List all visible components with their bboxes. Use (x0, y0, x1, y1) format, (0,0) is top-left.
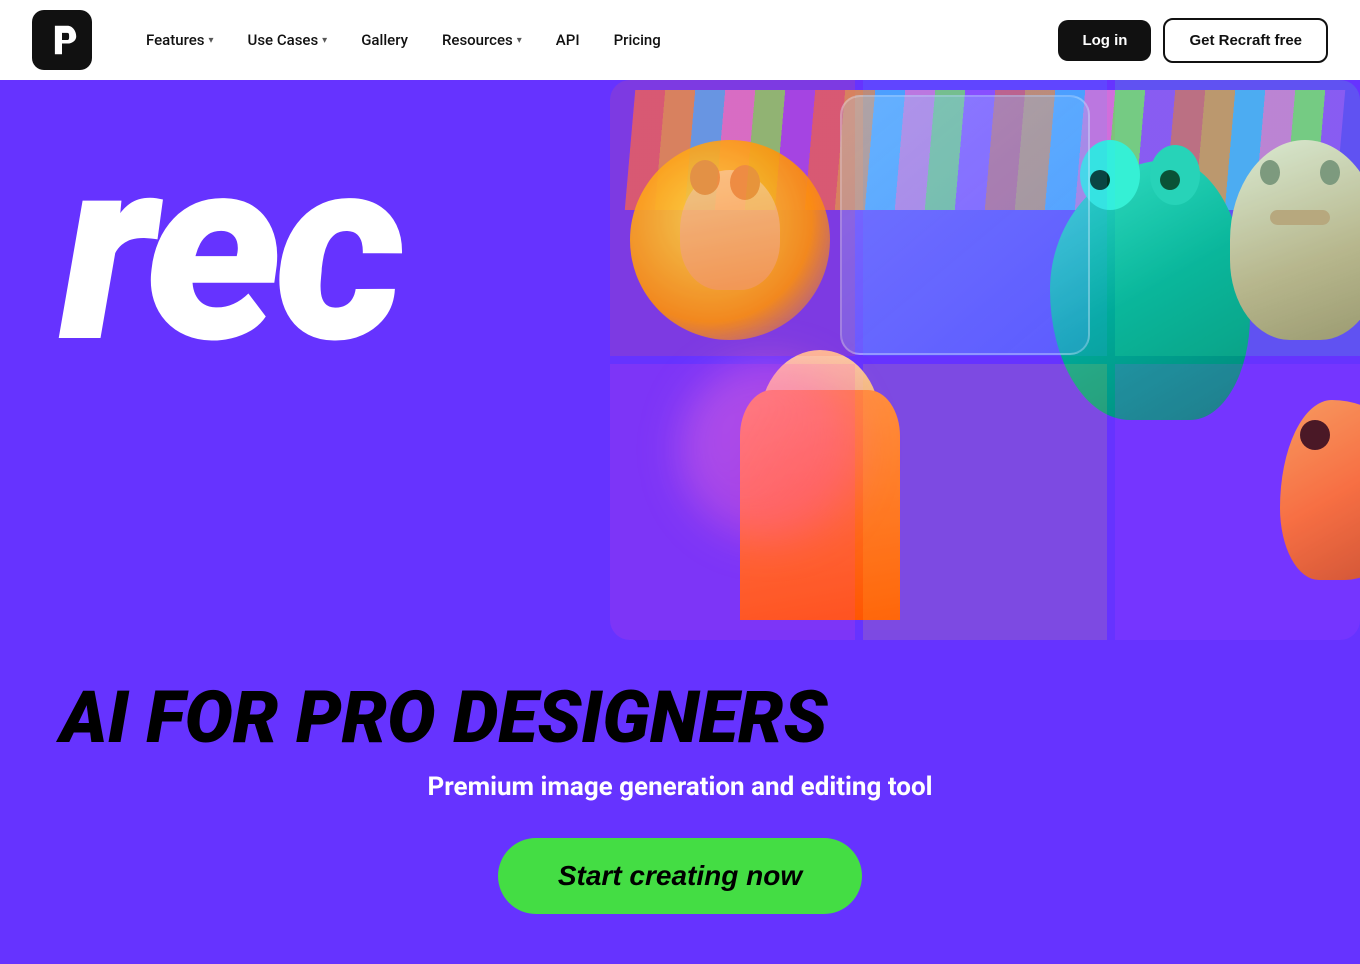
nav-item-resources[interactable]: Resources ▾ (428, 23, 536, 57)
nav-item-use-cases[interactable]: Use Cases ▾ (234, 23, 342, 57)
nav-item-gallery[interactable]: Gallery (347, 23, 422, 57)
start-creating-button[interactable]: Start creating now (498, 838, 862, 914)
logo[interactable] (32, 10, 92, 70)
chevron-down-icon: ▾ (208, 35, 213, 46)
logo-icon (46, 24, 78, 56)
nav-item-api[interactable]: API (542, 23, 594, 57)
hero-bottom: AI FOR PRO DESIGNERS Premium image gener… (0, 640, 1360, 964)
hero-subtitle: Premium image generation and editing too… (60, 772, 1300, 802)
chevron-down-icon: ▾ (322, 35, 327, 46)
hero-collage (580, 80, 1360, 640)
hero-big-text: rec (60, 120, 398, 380)
get-recraft-free-button[interactable]: Get Recraft free (1163, 18, 1328, 63)
hero-tagline: AI FOR PRO DESIGNERS (60, 680, 1300, 756)
nav-item-pricing[interactable]: Pricing (600, 23, 675, 57)
nav-item-features[interactable]: Features ▾ (132, 23, 228, 57)
nav-links: Features ▾ Use Cases ▾ Gallery Resources… (132, 23, 1058, 57)
nav-actions: Log in Get Recraft free (1058, 18, 1328, 63)
navbar: Features ▾ Use Cases ▾ Gallery Resources… (0, 0, 1360, 80)
login-button[interactable]: Log in (1058, 20, 1151, 61)
grid-overlay (610, 80, 1360, 640)
hero-section: rec (0, 80, 1360, 640)
chevron-down-icon: ▾ (517, 35, 522, 46)
